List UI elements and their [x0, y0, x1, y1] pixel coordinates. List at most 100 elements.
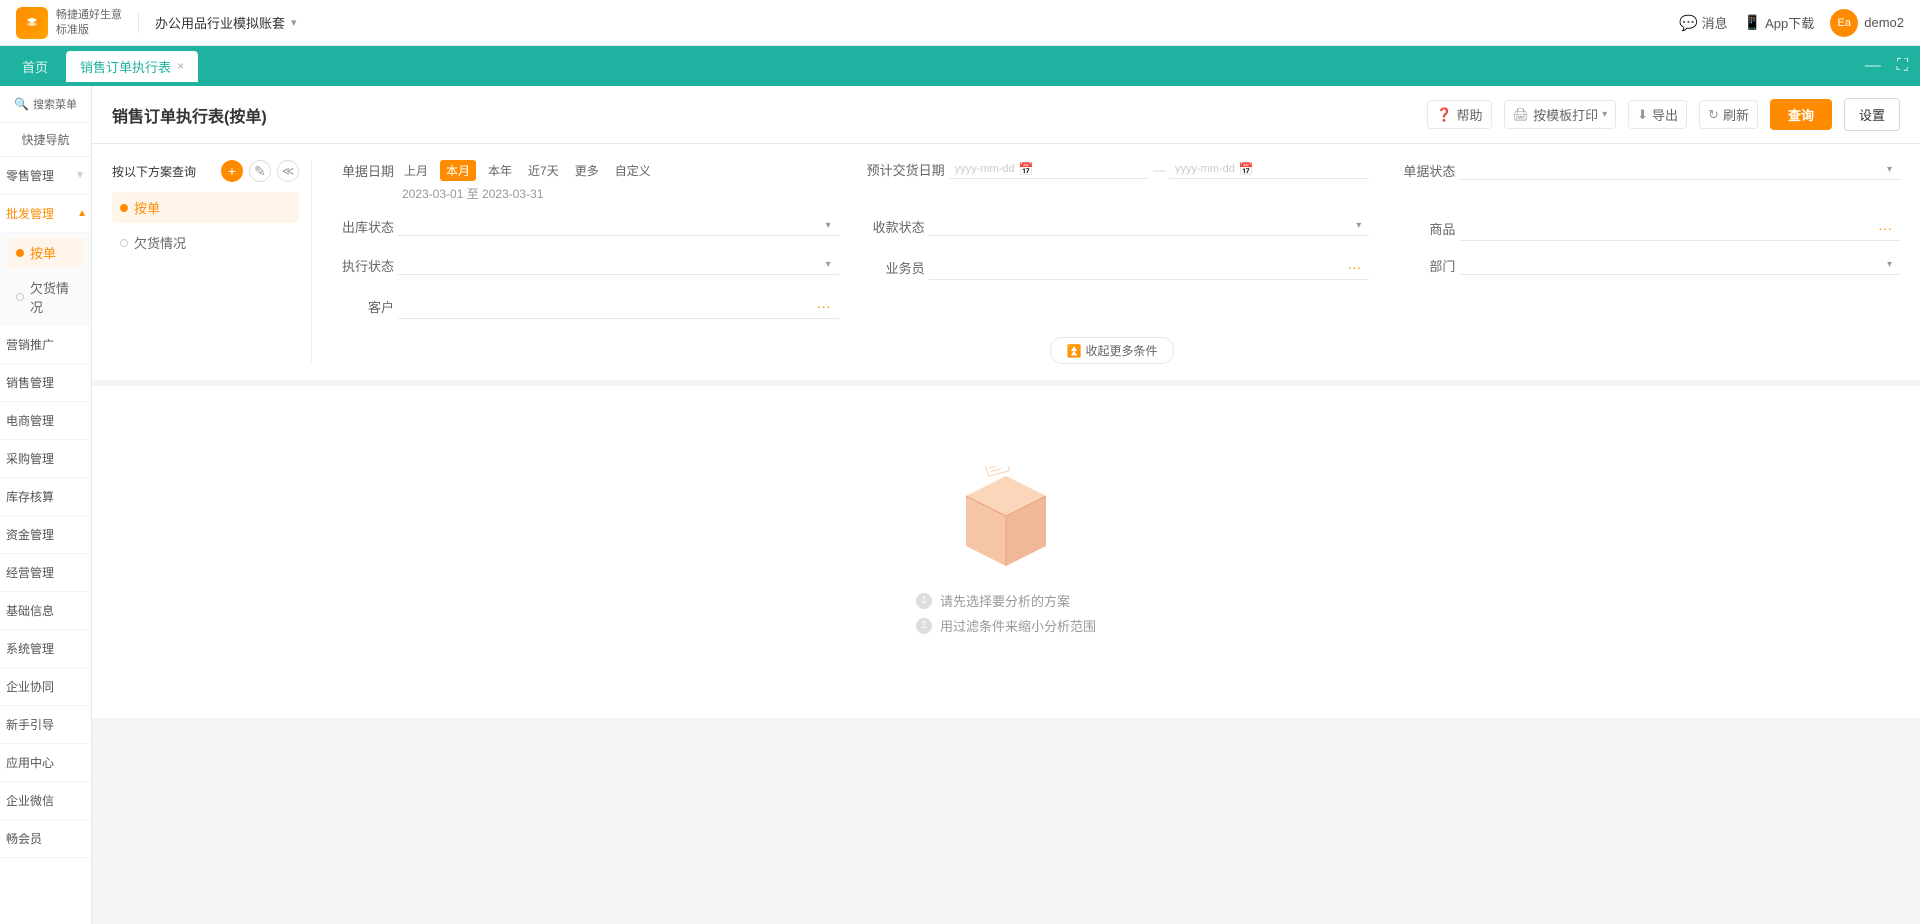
message-btn[interactable]: 💬 消息 — [1679, 13, 1728, 32]
exec-status-select[interactable]: ▾ — [398, 255, 839, 275]
delivery-status-select[interactable]: ▾ — [398, 216, 839, 236]
print-btn[interactable]: 🖨 按模板打印 ▾ — [1504, 100, 1617, 129]
tab-bar: 首页 销售订单执行表 × — ⛶ — [0, 46, 1920, 86]
calendar-icon: 📅 — [1019, 162, 1034, 176]
edit-scheme-btn[interactable]: ✎ — [249, 160, 271, 182]
customer-select[interactable]: ··· — [398, 294, 839, 319]
date-tab-custom[interactable]: 自定义 — [611, 160, 655, 181]
collapse-up-icon: ⏫ — [1067, 344, 1082, 358]
tab-close-icon[interactable]: × — [177, 59, 184, 73]
filter-date-field: 单据日期 上月 本月 本年 近7天 更多 自定义 2023-03-01 至 20… — [324, 160, 839, 202]
payment-chevron-icon: ▾ — [1356, 220, 1361, 231]
sidebar-subitem-shortage[interactable]: 欠货情况 — [8, 272, 83, 322]
logo-text: 畅捷通好生意 标准版 — [56, 8, 122, 37]
date-label: 单据日期 — [324, 161, 394, 180]
goods-ellipsis-icon: ··· — [1878, 220, 1892, 236]
user-menu[interactable]: Ea demo2 — [1830, 9, 1904, 37]
sidebar-item-sales[interactable]: 销售管理 — [0, 364, 91, 402]
date-tab-more[interactable]: 更多 — [571, 160, 603, 181]
dept-chevron-icon: ▾ — [1887, 259, 1892, 270]
filter-scheme-panel: 按以下方案查询 + ✎ ≪ 按单 欠货情况 — [112, 160, 312, 364]
date-tab-thisyear[interactable]: 本年 — [484, 160, 516, 181]
sidebar-item-member[interactable]: 畅会员 — [0, 820, 91, 858]
export-btn[interactable]: ⬇ 导出 — [1628, 100, 1687, 129]
salesman-select[interactable]: ··· — [929, 255, 1370, 280]
inactive-dot — [16, 293, 24, 301]
filter-exec-field: 执行状态 ▾ — [324, 255, 839, 280]
add-scheme-btn[interactable]: + — [221, 160, 243, 182]
page-title: 销售订单执行表(按单) — [112, 103, 267, 127]
expected-date-start[interactable]: yyyy-mm-dd 📅 — [949, 160, 1149, 179]
sidebar-item-system[interactable]: 系统管理 — [0, 630, 91, 668]
customer-ellipsis-icon: ··· — [817, 298, 831, 314]
sidebar-item-appcenter[interactable]: 应用中心 — [0, 744, 91, 782]
sidebar-search[interactable]: 🔍 搜索菜单 — [0, 86, 91, 123]
top-header: 畅捷通好生意 标准版 办公用品行业模拟账套 ▾ 💬 消息 📱 App下载 Ea … — [0, 0, 1920, 46]
sidebar-item-purchase[interactable]: 采购管理 — [0, 440, 91, 478]
tab-maximize-btn[interactable]: ⛶ — [1893, 53, 1912, 79]
date-tab-7days[interactable]: 近7天 — [524, 160, 563, 181]
status-select[interactable]: ▾ — [1459, 160, 1900, 180]
sidebar-item-marketing[interactable]: 营销推广 — [0, 326, 91, 364]
tab-bar-right: — ⛶ — [1861, 53, 1912, 79]
app-download-btn[interactable]: 📱 App下载 — [1744, 13, 1815, 32]
active-dot — [16, 249, 24, 257]
tab-sales-order[interactable]: 销售订单执行表 × — [66, 51, 198, 82]
scheme-item-order[interactable]: 按单 — [112, 192, 299, 223]
collapse-btn[interactable]: ⏫ 收起更多条件 — [1050, 337, 1175, 364]
sidebar-item-inventory[interactable]: 库存核算 — [0, 478, 91, 516]
date-range-display: 2023-03-01 至 2023-03-31 — [324, 185, 839, 202]
customer-label: 客户 — [324, 297, 394, 316]
sidebar-item-finance[interactable]: 资金管理 — [0, 516, 91, 554]
filter-status-field: 单据状态 ▾ — [1385, 160, 1900, 202]
breadcrumb[interactable]: 办公用品行业模拟账套 ▾ — [155, 13, 297, 32]
refresh-icon: ↻ — [1708, 107, 1719, 123]
dept-select[interactable]: ▾ — [1459, 255, 1900, 275]
sidebar-quick-nav[interactable]: 快捷导航 — [0, 123, 91, 157]
help-icon: ❓ — [1436, 107, 1452, 123]
main-layout: 🔍 搜索菜单 快捷导航 零售管理 ▼ 批发管理 ▲ 按单 欠货情况 营销推广 — [0, 86, 1920, 924]
sidebar-item-enterprise[interactable]: 企业协同 — [0, 668, 91, 706]
empty-tips: 1 请先选择要分析的方案 2 用过滤条件来缩小分析范围 — [916, 588, 1096, 638]
dept-label: 部门 — [1385, 256, 1455, 275]
expected-date-end[interactable]: yyyy-mm-dd 📅 — [1169, 160, 1369, 179]
scheme-item-shortage[interactable]: 欠货情况 — [112, 227, 299, 258]
status-chevron-icon: ▾ — [1887, 164, 1892, 175]
filter-conditions: 单据日期 上月 本月 本年 近7天 更多 自定义 2023-03-01 至 20… — [324, 160, 1900, 364]
refresh-btn[interactable]: ↻ 刷新 — [1699, 100, 1758, 129]
collapse-scheme-btn[interactable]: ≪ — [277, 160, 299, 182]
salesman-ellipsis-icon: ··· — [1347, 259, 1361, 275]
sidebar-subitem-order[interactable]: 按单 — [8, 237, 83, 268]
payment-status-label: 收款状态 — [855, 217, 925, 236]
logo-icon — [16, 7, 48, 39]
sidebar-item-basic[interactable]: 基础信息 — [0, 592, 91, 630]
sidebar-item-wholesale[interactable]: 批发管理 ▲ — [0, 195, 91, 233]
filter-customer-field: 客户 ··· — [324, 294, 839, 319]
print-icon: 🖨 — [1513, 107, 1530, 123]
settings-btn[interactable]: 设置 — [1844, 98, 1900, 131]
goods-select[interactable]: ··· — [1459, 216, 1900, 241]
calendar-end-icon: 📅 — [1239, 162, 1254, 176]
payment-status-select[interactable]: ▾ — [929, 216, 1370, 236]
sidebar-item-wechat[interactable]: 企业微信 — [0, 782, 91, 820]
sidebar-item-operation[interactable]: 经营管理 — [0, 554, 91, 592]
sidebar-item-newbie[interactable]: 新手引导 — [0, 706, 91, 744]
header-left: 畅捷通好生意 标准版 办公用品行业模拟账套 ▾ — [16, 7, 297, 39]
help-btn[interactable]: ❓ 帮助 — [1427, 100, 1491, 129]
header-right: 💬 消息 📱 App下载 Ea demo2 — [1679, 9, 1904, 37]
sidebar-item-retail[interactable]: 零售管理 ▼ — [0, 157, 91, 195]
date-tab-lastmonth[interactable]: 上月 — [400, 160, 432, 181]
query-btn[interactable]: 查询 — [1770, 99, 1832, 130]
date-tab-thismonth[interactable]: 本月 — [440, 160, 476, 181]
tab-home[interactable]: 首页 — [8, 51, 62, 82]
sidebar-item-ecommerce[interactable]: 电商管理 — [0, 402, 91, 440]
collapse-section: ⏫ 收起更多条件 — [324, 333, 1900, 364]
status-label: 单据状态 — [1385, 161, 1455, 180]
export-icon: ⬇ — [1637, 107, 1648, 123]
scheme-dot-inactive — [120, 239, 128, 247]
phone-icon: 📱 — [1744, 14, 1761, 31]
exec-chevron-icon: ▾ — [826, 259, 831, 270]
tab-minimize-btn[interactable]: — — [1861, 53, 1885, 79]
delivery-chevron-icon: ▾ — [826, 220, 831, 231]
content-area: 销售订单执行表(按单) ❓ 帮助 🖨 按模板打印 ▾ ⬇ 导出 ↻ 刷新 — [92, 86, 1920, 924]
